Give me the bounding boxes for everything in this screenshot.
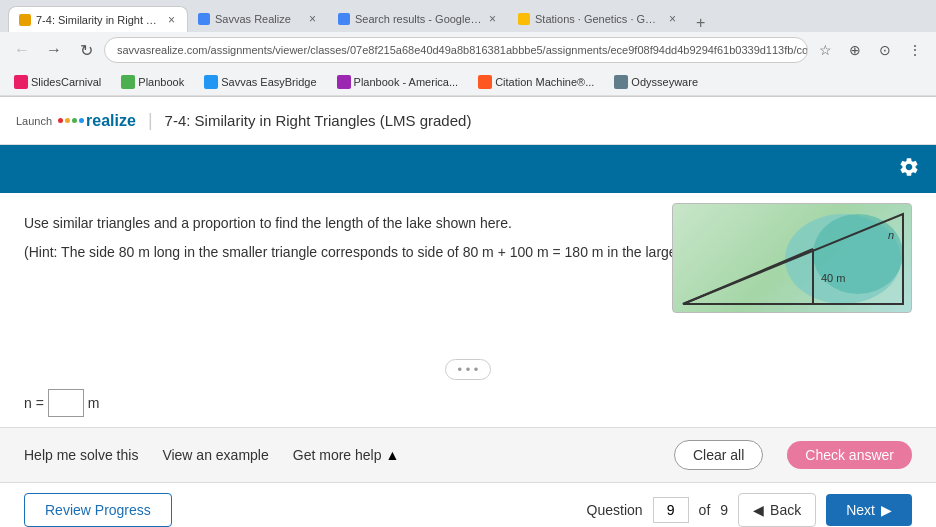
page-title: 7-4: Similarity in Right Triangles (LMS … (165, 112, 472, 129)
get-more-help: Get more help ▲ (293, 447, 400, 463)
tab-3[interactable]: Search results - Google Drive × (328, 6, 508, 32)
help-solve-button[interactable]: Help me solve this (24, 447, 138, 463)
browser-chrome: 7-4: Similarity in Right Triangles × Sav… (0, 0, 936, 97)
savvas-label: Launch (16, 115, 52, 127)
diagram-wrapper: 40 m n (672, 203, 912, 313)
address-bar[interactable]: savvasrealize.com/assignments/viewer/cla… (104, 37, 808, 63)
question-label: Question (587, 502, 643, 518)
back-nav-button[interactable]: ← (8, 36, 36, 64)
svg-text:40 m: 40 m (821, 272, 845, 284)
n-label: n = (24, 395, 44, 411)
bookmark-label-5: Citation Machine®... (495, 76, 594, 88)
dot-red (58, 118, 63, 123)
realize-text: realize (86, 112, 136, 130)
clear-all-button[interactable]: Clear all (674, 440, 763, 470)
header-divider: | (148, 110, 153, 131)
pagination: Question 9 of 9 ◀ Back Next ▶ (587, 493, 912, 527)
dot-yellow (65, 118, 70, 123)
expand-dots[interactable]: • • • (445, 359, 492, 380)
bookmark-planbook[interactable]: Planbook (115, 73, 190, 91)
bookmark-star-button[interactable]: ☆ (812, 37, 838, 63)
back-button[interactable]: ◀ Back (738, 493, 816, 527)
bookmark-citation[interactable]: Citation Machine®... (472, 73, 600, 91)
realize-dots (58, 118, 84, 123)
bookmark-label-6: Odysseyware (631, 76, 698, 88)
settings-icon (898, 156, 920, 178)
next-label: Next (846, 502, 875, 518)
bookmark-slidescarnival[interactable]: SlidesCarnival (8, 73, 107, 91)
tab-label-1: 7-4: Similarity in Right Triangles (36, 14, 161, 26)
forward-nav-button[interactable]: → (40, 36, 68, 64)
extension-button[interactable]: ⊕ (842, 37, 868, 63)
dot-blue (79, 118, 84, 123)
tab-icon-4 (518, 13, 530, 25)
bookmark-icon-5 (478, 75, 492, 89)
total-questions: 9 (720, 502, 728, 518)
tab-active[interactable]: 7-4: Similarity in Right Triangles × (8, 6, 188, 32)
tab-label-2: Savvas Realize (215, 13, 302, 25)
next-arrow-icon: ▶ (881, 502, 892, 518)
nav-icons: ☆ ⊕ ⊙ ⋮ (812, 37, 928, 63)
app-logo: Launch realize (16, 112, 136, 130)
tab-bar: 7-4: Similarity in Right Triangles × Sav… (0, 0, 936, 32)
next-button[interactable]: Next ▶ (826, 494, 912, 526)
answer-area: n = m (0, 385, 936, 427)
diagram-svg: 40 m n (673, 204, 912, 313)
footer: Review Progress Question 9 of 9 ◀ Back N… (0, 482, 936, 527)
question-number: 9 (653, 497, 689, 523)
bookmark-icon-4 (337, 75, 351, 89)
main-content-wrapper: Use similar triangles and a proportion t… (0, 193, 936, 353)
bookmarks-bar: SlidesCarnival Planbook Savvas EasyBridg… (0, 68, 936, 96)
realize-logo: realize (58, 112, 136, 130)
nav-bar: ← → ↻ savvasrealize.com/assignments/view… (0, 32, 936, 68)
bookmark-icon-1 (14, 75, 28, 89)
m-label: m (88, 395, 100, 411)
more-help-button[interactable]: Get more help (293, 447, 382, 463)
tab-2[interactable]: Savvas Realize × (188, 6, 328, 32)
bookmark-icon-6 (614, 75, 628, 89)
tab-icon-1 (19, 14, 31, 26)
diagram-container: 40 m n (672, 203, 912, 313)
bookmark-odysseyware[interactable]: Odysseyware (608, 73, 704, 91)
bookmark-icon-2 (121, 75, 135, 89)
reload-button[interactable]: ↻ (72, 36, 100, 64)
bookmark-label-3: Savvas EasyBridge (221, 76, 316, 88)
of-label: of (699, 502, 711, 518)
app-header: Launch realize | 7-4: Similarity in Righ… (0, 97, 936, 145)
check-answer-button[interactable]: Check answer (787, 441, 912, 469)
divider-dots: • • • (0, 361, 936, 377)
answer-input[interactable] (48, 389, 84, 417)
bookmark-label-2: Planbook (138, 76, 184, 88)
svg-text:n: n (888, 229, 894, 241)
tab-close-3[interactable]: × (487, 10, 498, 28)
toolbar: Help me solve this View an example Get m… (0, 427, 936, 482)
tab-4[interactable]: Stations · Genetics · Google Slid... × (508, 6, 688, 32)
bookmark-label-1: SlidesCarnival (31, 76, 101, 88)
back-label: Back (770, 502, 801, 518)
back-arrow-icon: ◀ (753, 502, 764, 518)
review-progress-button[interactable]: Review Progress (24, 493, 172, 527)
bookmark-icon-3 (204, 75, 218, 89)
bookmark-planbook-america[interactable]: Planbook - America... (331, 73, 465, 91)
new-tab-button[interactable]: + (688, 14, 713, 32)
tab-label-3: Search results - Google Drive (355, 13, 482, 25)
tab-icon-3 (338, 13, 350, 25)
tab-label-4: Stations · Genetics · Google Slid... (535, 13, 662, 25)
dot-green (72, 118, 77, 123)
tab-icon-2 (198, 13, 210, 25)
tab-close-2[interactable]: × (307, 10, 318, 28)
more-help-arrow: ▲ (385, 447, 399, 463)
bookmark-savvas-easybridge[interactable]: Savvas EasyBridge (198, 73, 322, 91)
view-example-button[interactable]: View an example (162, 447, 268, 463)
bookmark-label-4: Planbook - America... (354, 76, 459, 88)
tab-close-1[interactable]: × (166, 11, 177, 29)
teal-banner (0, 145, 936, 193)
settings-button[interactable] (898, 156, 920, 183)
menu-button[interactable]: ⋮ (902, 37, 928, 63)
tab-close-4[interactable]: × (667, 10, 678, 28)
profile-button[interactable]: ⊙ (872, 37, 898, 63)
